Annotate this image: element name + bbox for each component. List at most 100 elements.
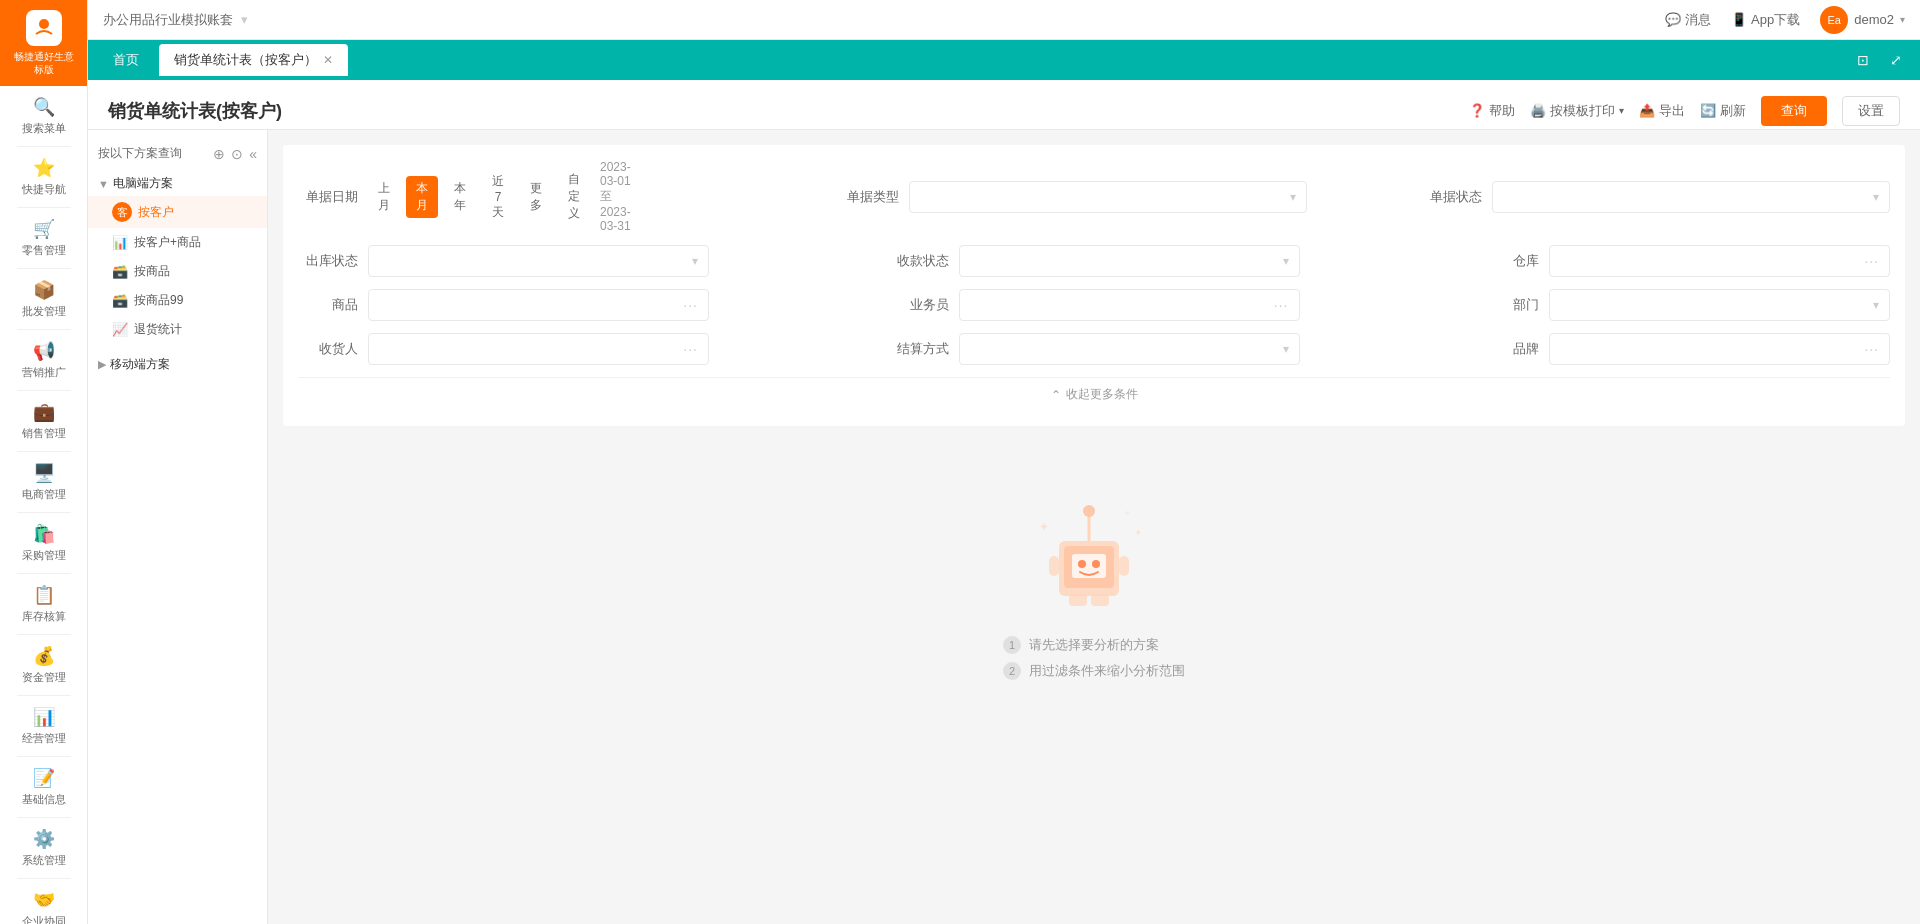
date-btn-custom[interactable]: 自定义 bbox=[558, 167, 590, 226]
collapse-btn[interactable]: ⌃ 收起更多条件 bbox=[298, 378, 1890, 411]
sidebar-item-quick-nav-label: 快捷导航 bbox=[22, 182, 66, 197]
consignee-dots-icon: ··· bbox=[683, 341, 698, 357]
tab-home-label: 首页 bbox=[113, 51, 139, 69]
print-icon: 🖨️ bbox=[1530, 103, 1546, 118]
help-btn[interactable]: ❓ 帮助 bbox=[1469, 102, 1515, 120]
out-status-control[interactable]: ▾ bbox=[368, 245, 709, 277]
settings-btn[interactable]: 设置 bbox=[1842, 96, 1900, 126]
message-btn[interactable]: 💬 消息 bbox=[1665, 11, 1711, 29]
tip-num-1: 1 bbox=[1003, 636, 1021, 654]
salesperson-control[interactable]: ··· bbox=[959, 289, 1300, 321]
goods-control[interactable]: ··· bbox=[368, 289, 709, 321]
breadcrumb-area: 办公用品行业模拟账套 ▾ bbox=[103, 11, 248, 29]
template-print-btn[interactable]: 🖨️ 按模板打印 ▾ bbox=[1530, 102, 1624, 120]
sidebar-item-inventory[interactable]: 📋 库存核算 bbox=[17, 574, 71, 635]
scheme-item-return-stats[interactable]: 📈 退货统计 bbox=[88, 315, 267, 344]
collect-status-label: 收款状态 bbox=[889, 252, 949, 270]
date-btn-this-month[interactable]: 本月 bbox=[406, 176, 438, 218]
sidebar-item-search-menu[interactable]: 🔍 搜索菜单 bbox=[17, 86, 71, 147]
message-icon: 💬 bbox=[1665, 12, 1681, 27]
brand-label: 品牌 bbox=[1479, 340, 1539, 358]
sidebar-item-retail-mgmt-icon: 🛒 bbox=[33, 218, 55, 240]
scheme-group-desktop-header[interactable]: ▼ 电脑端方案 bbox=[88, 171, 267, 196]
salesperson-label: 业务员 bbox=[889, 296, 949, 314]
page-actions: ❓ 帮助 🖨️ 按模板打印 ▾ 📤 导出 🔄 刷新 查询 设置 bbox=[1469, 96, 1900, 126]
salesperson-dots-icon: ··· bbox=[1274, 297, 1289, 313]
sidebar-item-marketing-icon: 📢 bbox=[33, 340, 55, 362]
doc-status-control[interactable]: ▾ bbox=[1492, 181, 1890, 213]
export-icon: 📤 bbox=[1639, 103, 1655, 118]
logo-icon bbox=[26, 10, 62, 46]
scheme-item-by-customer-label: 按客户 bbox=[138, 204, 174, 221]
sidebar-item-ops-mgmt[interactable]: 📊 经营管理 bbox=[17, 696, 71, 757]
sidebar-item-enterprise-coop[interactable]: 🤝 企业协同 bbox=[17, 879, 71, 924]
tab-close-icon[interactable]: ✕ bbox=[323, 53, 333, 67]
goods-dots-icon: ··· bbox=[683, 297, 698, 313]
print-dropdown-arrow: ▾ bbox=[1619, 105, 1624, 116]
tab-sales-stats[interactable]: 销货单统计表（按客户） ✕ bbox=[159, 44, 348, 76]
sidebar-item-basic-info-icon: 📝 bbox=[33, 767, 55, 789]
svg-rect-6 bbox=[1049, 556, 1059, 576]
user-menu-btn[interactable]: Ea demo2 ▾ bbox=[1820, 6, 1905, 34]
tab-maximize-icon[interactable]: ⤢ bbox=[1882, 52, 1910, 68]
top-header: 办公用品行业模拟账套 ▾ 💬 消息 📱 App下载 Ea demo2 ▾ bbox=[88, 0, 1920, 40]
date-btn-this-year[interactable]: 本年 bbox=[444, 176, 476, 218]
tip-text-1: 请先选择要分析的方案 bbox=[1029, 636, 1159, 654]
scheme-item-by-goods[interactable]: 🗃️ 按商品 bbox=[88, 257, 267, 286]
sidebar-item-wholesale-mgmt[interactable]: 📦 批发管理 bbox=[17, 269, 71, 330]
sidebar-item-retail-mgmt[interactable]: 🛒 零售管理 bbox=[17, 208, 71, 269]
sidebar-item-basic-info[interactable]: 📝 基础信息 bbox=[17, 757, 71, 818]
svg-point-4 bbox=[1078, 560, 1086, 568]
sidebar-item-marketing[interactable]: 📢 营销推广 bbox=[17, 330, 71, 391]
scheme-group-mobile-header[interactable]: ▶ 移动端方案 bbox=[88, 352, 267, 377]
scheme-collapse-btn[interactable]: « bbox=[249, 146, 257, 162]
scheme-header-actions: ⊕ ⊙ « bbox=[213, 146, 257, 162]
sidebar-item-sales-mgmt[interactable]: 💼 销售管理 bbox=[17, 391, 71, 452]
sidebar-item-ecom-mgmt[interactable]: 🖥️ 电商管理 bbox=[17, 452, 71, 513]
scheme-item-by-customer-avatar: 客 bbox=[112, 202, 132, 222]
dept-control[interactable]: ▾ bbox=[1549, 289, 1890, 321]
scheme-panel: 按以下方案查询 ⊕ ⊙ « ▼ 电脑端方案 客 按客户 bbox=[88, 130, 268, 924]
query-btn[interactable]: 查询 bbox=[1761, 96, 1827, 126]
scheme-header: 按以下方案查询 ⊕ ⊙ « bbox=[88, 140, 267, 167]
app-download-btn[interactable]: 📱 App下载 bbox=[1731, 11, 1800, 29]
refresh-btn[interactable]: 🔄 刷新 bbox=[1700, 102, 1746, 120]
sidebar-item-finance-mgmt[interactable]: 💰 资金管理 bbox=[17, 635, 71, 696]
date-btn-more[interactable]: 更多 bbox=[520, 176, 552, 218]
sidebar-item-system-mgmt[interactable]: ⚙️ 系统管理 bbox=[17, 818, 71, 879]
scheme-item-by-customer[interactable]: 客 按客户 bbox=[88, 196, 267, 228]
export-btn[interactable]: 📤 导出 bbox=[1639, 102, 1685, 120]
collapse-label: 收起更多条件 bbox=[1066, 386, 1138, 403]
sidebar-item-ecom-mgmt-icon: 🖥️ bbox=[33, 462, 55, 484]
doc-type-control[interactable]: ▾ bbox=[909, 181, 1307, 213]
settlement-control[interactable]: ▾ bbox=[959, 333, 1300, 365]
scheme-item-by-customer-goods-label: 按客户+商品 bbox=[134, 234, 201, 251]
sidebar-item-quick-nav[interactable]: ⭐ 快捷导航 bbox=[17, 147, 71, 208]
collect-status-control[interactable]: ▾ bbox=[959, 245, 1300, 277]
help-icon: ❓ bbox=[1469, 103, 1485, 118]
sidebar-item-marketing-label: 营销推广 bbox=[22, 365, 66, 380]
brand-control[interactable]: ··· bbox=[1549, 333, 1890, 365]
date-btn-last-7[interactable]: 近7天 bbox=[482, 169, 514, 225]
doc-status-arrow-icon: ▾ bbox=[1873, 190, 1879, 204]
sidebar-item-purchase-mgmt[interactable]: 🛍️ 采购管理 bbox=[17, 513, 71, 574]
doc-type-arrow-icon: ▾ bbox=[1290, 190, 1296, 204]
date-btn-last-month[interactable]: 上月 bbox=[368, 176, 400, 218]
download-icon: 📱 bbox=[1731, 12, 1747, 27]
scheme-item-by-customer-goods[interactable]: 📊 按客户+商品 bbox=[88, 228, 267, 257]
app-logo: 畅捷通好生意 标版 bbox=[0, 0, 88, 86]
scheme-add-btn[interactable]: ⊕ bbox=[213, 146, 225, 162]
svg-text:✦: ✦ bbox=[1134, 527, 1142, 538]
scheme-edit-btn[interactable]: ⊙ bbox=[231, 146, 243, 162]
scheme-item-by-goods-99[interactable]: 🗃️ 按商品99 bbox=[88, 286, 267, 315]
warehouse-control[interactable]: ··· bbox=[1549, 245, 1890, 277]
tab-home[interactable]: 首页 bbox=[98, 44, 154, 76]
tip-text-2: 用过滤条件来缩小分析范围 bbox=[1029, 662, 1185, 680]
consignee-control[interactable]: ··· bbox=[368, 333, 709, 365]
empty-tip-2: 2 用过滤条件来缩小分析范围 bbox=[1003, 662, 1185, 680]
empty-tips: 1 请先选择要分析的方案 2 用过滤条件来缩小分析范围 bbox=[1003, 636, 1185, 688]
tab-minimize-icon[interactable]: ⊡ bbox=[1849, 52, 1877, 68]
sidebar: 畅捷通好生意 标版 🔍 搜索菜单 ⭐ 快捷导航 🛒 零售管理 📦 批发管理 📢 … bbox=[0, 0, 88, 924]
breadcrumb-arrow: ▾ bbox=[241, 12, 248, 27]
scheme-item-return-stats-label: 退货统计 bbox=[134, 321, 182, 338]
